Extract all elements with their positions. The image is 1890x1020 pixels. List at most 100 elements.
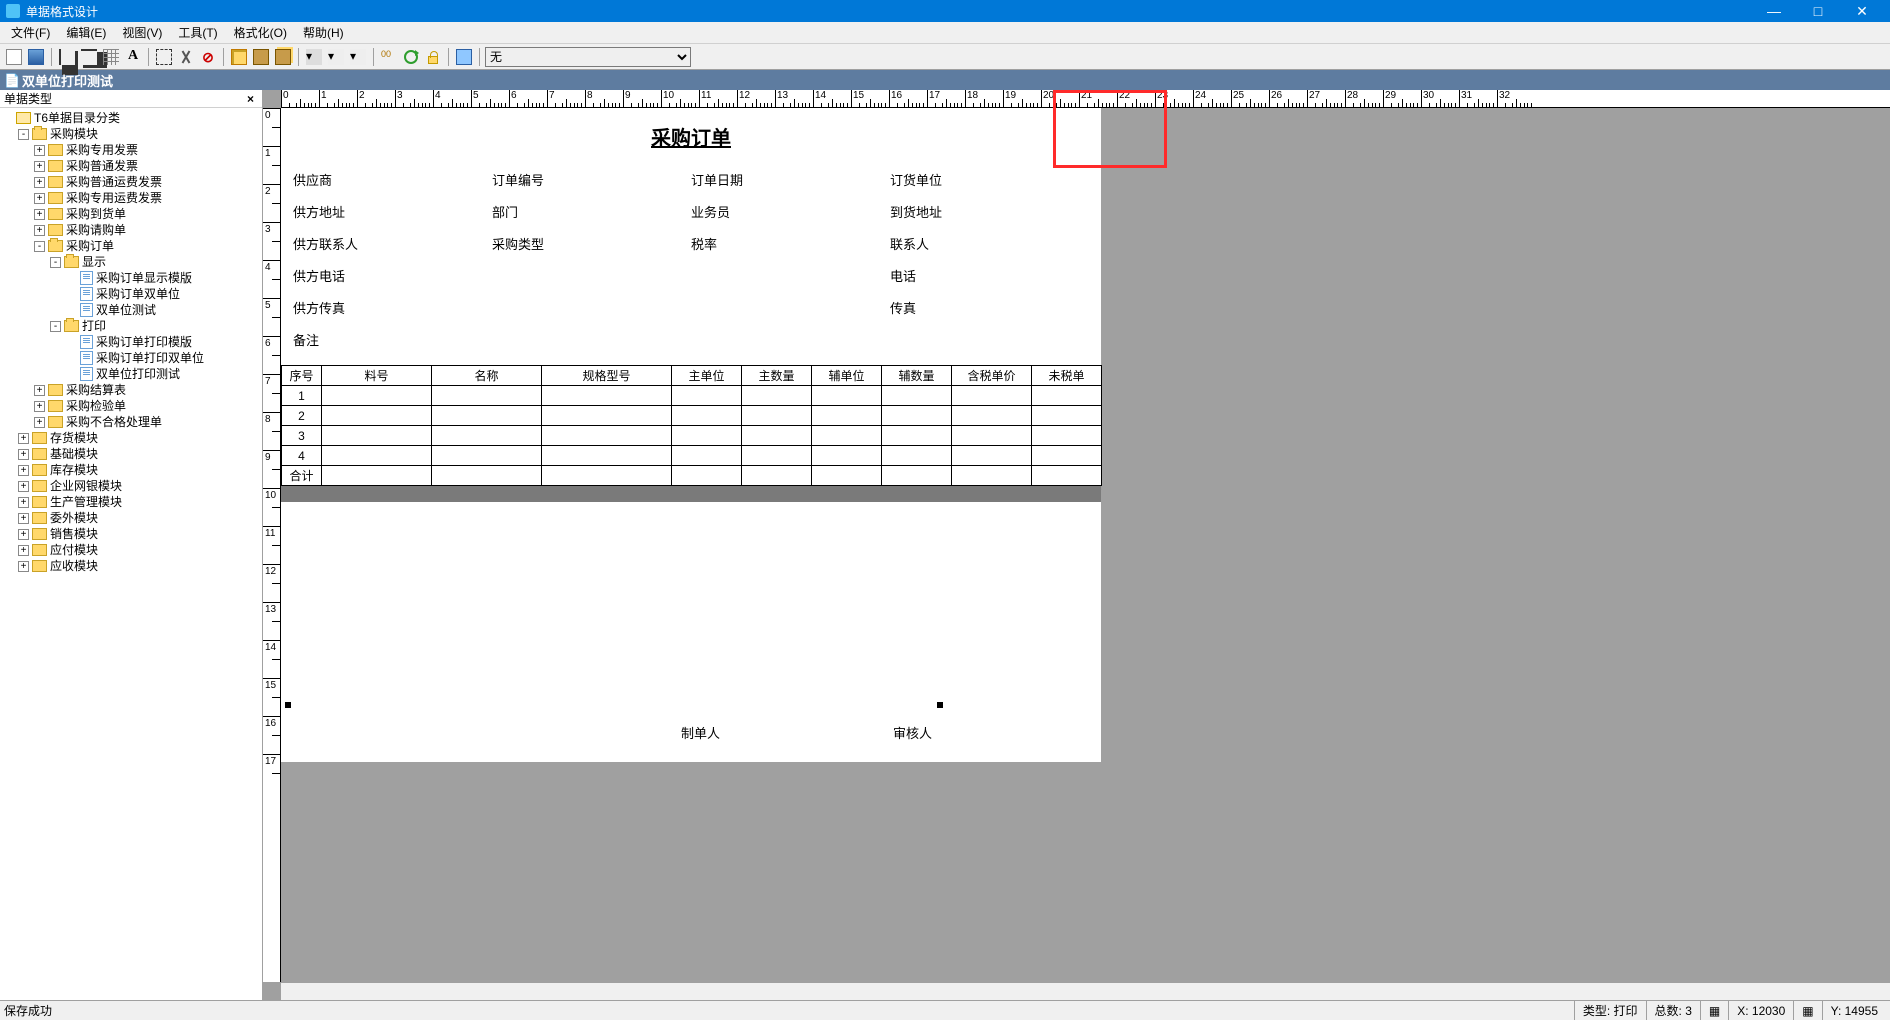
tree-item[interactable]: +销售模块 — [0, 526, 262, 542]
menu-item[interactable]: 帮助(H) — [295, 22, 352, 43]
column-header[interactable]: 主单位 — [672, 366, 742, 386]
dropdown3-button[interactable]: ▾ — [348, 47, 368, 67]
table-row[interactable]: 4 — [282, 446, 1102, 466]
tree-item[interactable]: 采购订单显示模版 — [0, 270, 262, 286]
cell[interactable] — [322, 386, 432, 406]
expand-icon[interactable]: + — [18, 481, 29, 492]
expand-icon[interactable]: + — [34, 177, 45, 188]
expand-icon[interactable]: + — [34, 417, 45, 428]
tree-item[interactable]: +应收模块 — [0, 558, 262, 574]
cell[interactable] — [812, 406, 882, 426]
tree-item[interactable]: -打印 — [0, 318, 262, 334]
cell[interactable] — [322, 426, 432, 446]
cell[interactable] — [672, 426, 742, 446]
cell[interactable] — [882, 426, 952, 446]
expand-icon[interactable]: + — [34, 385, 45, 396]
table-row[interactable]: 2 — [282, 406, 1102, 426]
tree-item[interactable]: +应付模块 — [0, 542, 262, 558]
tree-item[interactable]: 采购订单双单位 — [0, 286, 262, 302]
expand-icon[interactable]: + — [34, 401, 45, 412]
expand-icon[interactable]: + — [18, 465, 29, 476]
cell[interactable] — [882, 446, 952, 466]
canvas-scroll[interactable]: 采购订单 供应商订单编号订单日期订货单位 供方地址部门业务员到货地址 供方联系人… — [281, 108, 1890, 982]
expand-icon[interactable]: + — [34, 145, 45, 156]
new-button[interactable] — [4, 47, 24, 67]
status-toggle[interactable]: ▦ — [1700, 1001, 1728, 1020]
status-toggle2[interactable]: ▦ — [1793, 1001, 1821, 1020]
cell[interactable] — [742, 446, 812, 466]
maximize-button[interactable]: □ — [1796, 0, 1840, 22]
panel-close-button[interactable]: × — [243, 92, 258, 106]
dropdown1-button[interactable]: ▾ — [304, 47, 324, 67]
dropdown2-button[interactable]: ▾ — [326, 47, 346, 67]
save-button[interactable] — [26, 47, 46, 67]
menu-item[interactable]: 文件(F) — [3, 22, 58, 43]
tree-item[interactable]: +采购专用发票 — [0, 142, 262, 158]
cell[interactable] — [432, 406, 542, 426]
expand-icon[interactable]: + — [18, 449, 29, 460]
grid-button[interactable] — [101, 47, 121, 67]
collapse-icon[interactable]: - — [34, 241, 45, 252]
tree-item[interactable]: 双单位测试 — [0, 302, 262, 318]
horizontal-scrollbar[interactable] — [281, 982, 1890, 1000]
tree-view[interactable]: T6单据目录分类-采购模块+采购专用发票+采购普通发票+采购普通运费发票+采购专… — [0, 108, 262, 1000]
cell[interactable] — [742, 386, 812, 406]
expand-icon[interactable]: + — [18, 513, 29, 524]
refresh-button[interactable] — [401, 47, 421, 67]
detail-table[interactable]: 序号料号名称规格型号主单位主数量辅单位辅数量含税单价未税单 1234 合计 — [281, 365, 1102, 486]
cell[interactable] — [1032, 406, 1102, 426]
expand-icon[interactable]: + — [18, 545, 29, 556]
select-button[interactable] — [154, 47, 174, 67]
cell[interactable] — [812, 446, 882, 466]
cell[interactable] — [1032, 426, 1102, 446]
lock-button[interactable] — [423, 47, 443, 67]
cell[interactable] — [952, 446, 1032, 466]
tree-item[interactable]: +采购普通运费发票 — [0, 174, 262, 190]
table-row[interactable]: 3 — [282, 426, 1102, 446]
column-header[interactable]: 主数量 — [742, 366, 812, 386]
digits-button[interactable]: 00 — [379, 47, 399, 67]
expand-icon[interactable]: + — [18, 433, 29, 444]
align-left-button[interactable] — [57, 47, 77, 67]
delete-button[interactable]: ⊘ — [198, 47, 218, 67]
tree-item[interactable]: +采购普通发票 — [0, 158, 262, 174]
expand-icon[interactable]: + — [34, 209, 45, 220]
menu-item[interactable]: 视图(V) — [114, 22, 170, 43]
cell[interactable] — [432, 386, 542, 406]
minimize-button[interactable]: ― — [1752, 0, 1796, 22]
column-header[interactable]: 名称 — [432, 366, 542, 386]
tree-item[interactable]: +采购结算表 — [0, 382, 262, 398]
tree-item[interactable]: +采购不合格处理单 — [0, 414, 262, 430]
close-button[interactable]: ✕ — [1840, 0, 1884, 22]
cell[interactable] — [882, 386, 952, 406]
cell[interactable] — [542, 386, 672, 406]
column-header[interactable]: 辅单位 — [812, 366, 882, 386]
tree-item[interactable]: 采购订单打印双单位 — [0, 350, 262, 366]
column-header[interactable]: 含税单价 — [952, 366, 1032, 386]
tree-item[interactable]: +采购请购单 — [0, 222, 262, 238]
tree-item[interactable]: +基础模块 — [0, 446, 262, 462]
cell[interactable] — [432, 426, 542, 446]
tree-item[interactable]: +库存模块 — [0, 462, 262, 478]
column-header[interactable]: 规格型号 — [542, 366, 672, 386]
column-header[interactable]: 辅数量 — [882, 366, 952, 386]
expand-icon[interactable]: + — [34, 161, 45, 172]
page[interactable]: 采购订单 供应商订单编号订单日期订货单位 供方地址部门业务员到货地址 供方联系人… — [281, 108, 1101, 762]
cell[interactable] — [672, 386, 742, 406]
cell[interactable] — [952, 406, 1032, 426]
tree-item[interactable]: +采购到货单 — [0, 206, 262, 222]
style-dropdown[interactable]: 无 — [485, 47, 691, 67]
tree-item[interactable]: +存货模块 — [0, 430, 262, 446]
cell[interactable] — [432, 446, 542, 466]
handle-left[interactable] — [285, 702, 291, 708]
tree-item[interactable]: +采购专用运费发票 — [0, 190, 262, 206]
expand-icon[interactable]: + — [18, 561, 29, 572]
handle-right[interactable] — [937, 702, 943, 708]
cell[interactable] — [672, 446, 742, 466]
align-top-button[interactable] — [79, 47, 99, 67]
cell[interactable] — [542, 426, 672, 446]
copy-button[interactable] — [229, 47, 249, 67]
paste-button[interactable] — [251, 47, 271, 67]
tree-item[interactable]: -采购订单 — [0, 238, 262, 254]
tree-item[interactable]: -采购模块 — [0, 126, 262, 142]
